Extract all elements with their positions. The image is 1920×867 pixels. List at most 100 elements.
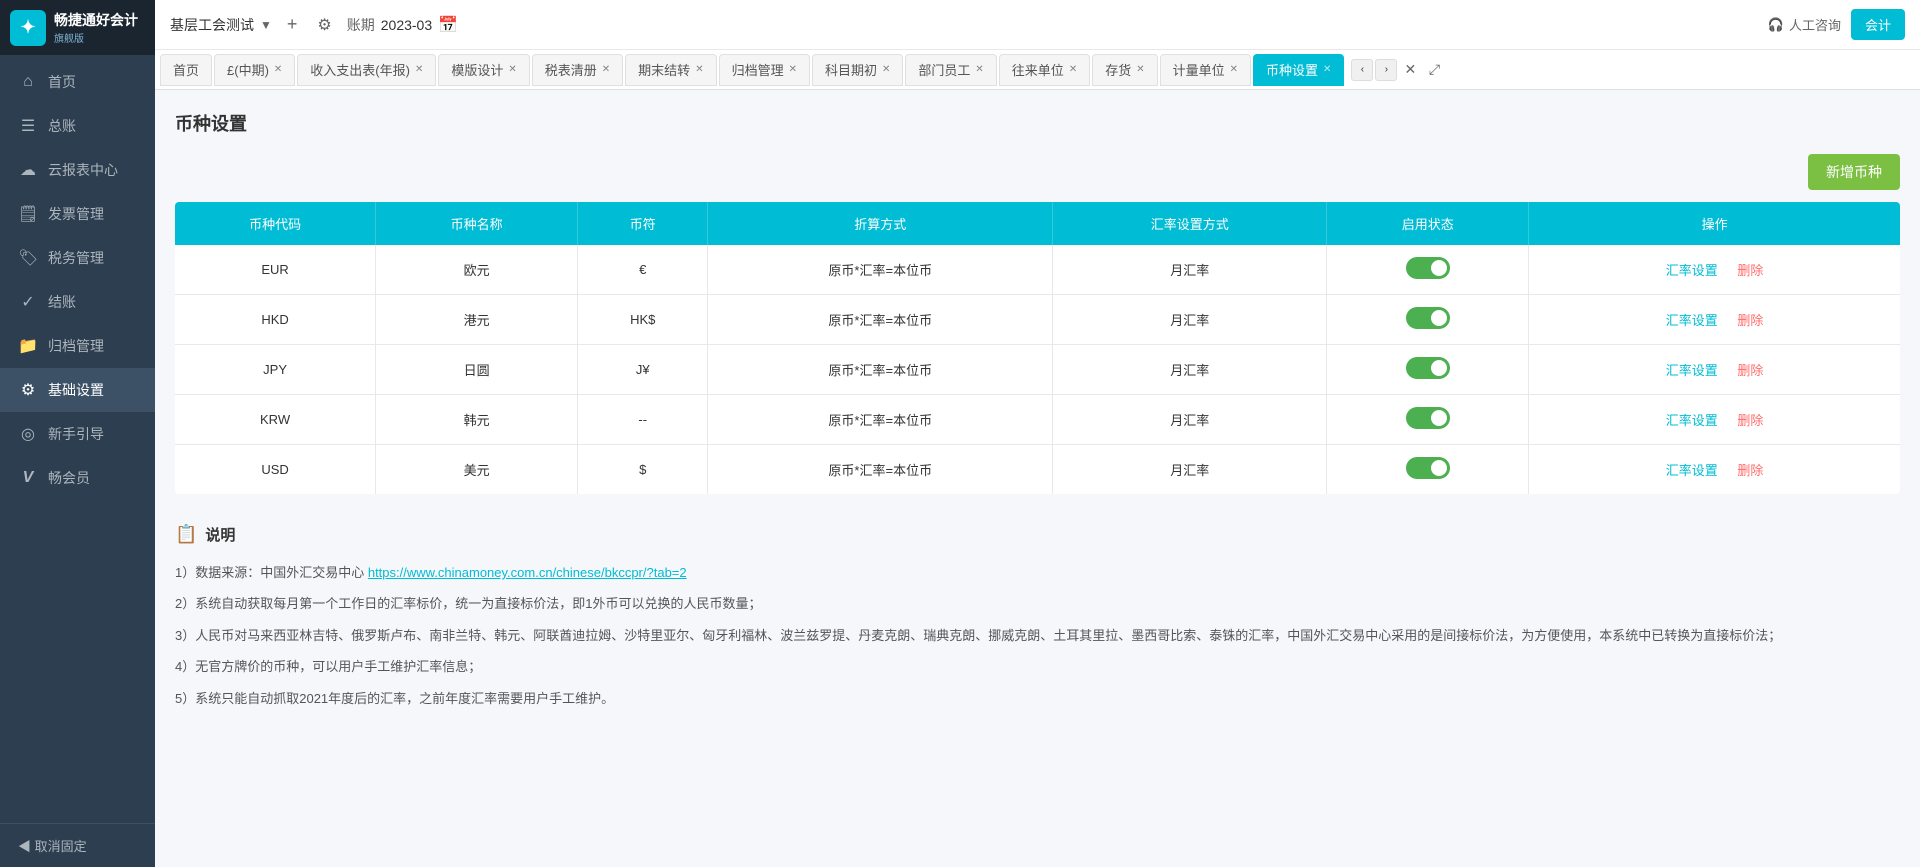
tab-label-home: 首页 xyxy=(173,60,199,79)
chinamoney-link[interactable]: https://www.chinamoney.com.cn/chinese/bk… xyxy=(368,565,687,580)
customer-service-button[interactable]: 🎧 人工咨询 xyxy=(1768,15,1841,34)
tab-period-end[interactable]: 期末结转 ✕ xyxy=(625,54,716,86)
rate-setting-link-2[interactable]: 汇率设置 xyxy=(1666,363,1718,378)
delete-link-3[interactable]: 删除 xyxy=(1737,413,1763,428)
page-title: 币种设置 xyxy=(175,110,1900,136)
col-header-status: 启用状态 xyxy=(1327,202,1529,245)
sidebar-footer-label: ◀ 取消固定 xyxy=(18,836,87,855)
tab-label-template: 模版设计 xyxy=(451,60,503,79)
sidebar-item-newbie[interactable]: ◎ 新手引导 xyxy=(0,412,155,456)
add-currency-button[interactable]: 新增币种 xyxy=(1808,154,1900,190)
tab-archive[interactable]: 归档管理 ✕ xyxy=(719,54,810,86)
tab-close-template[interactable]: ✕ xyxy=(508,64,516,75)
tab-partners[interactable]: 往来单位 ✕ xyxy=(999,54,1090,86)
topbar-right: 🎧 人工咨询 会计 xyxy=(1768,9,1905,40)
tab-close-all-button[interactable]: ✕ xyxy=(1399,59,1421,81)
sidebar-item-checkout[interactable]: ✓ 结账 xyxy=(0,280,155,324)
app-logo-icon: ✦ xyxy=(10,10,46,46)
company-selector[interactable]: 基层工会测试 ▼ xyxy=(170,15,272,35)
period-label: 账期 xyxy=(347,15,375,35)
tab-close-departments[interactable]: ✕ xyxy=(975,64,983,75)
tab-label-inventory: 存货 xyxy=(1105,60,1131,79)
sidebar-logo: ✦ 畅捷通好会计 旗舰版 xyxy=(0,0,155,55)
toggle-enabled-2[interactable] xyxy=(1406,357,1450,379)
tab-close-archive[interactable]: ✕ xyxy=(789,64,797,75)
tab-home[interactable]: 首页 xyxy=(160,54,212,86)
delete-link-1[interactable]: 删除 xyxy=(1737,313,1763,328)
tab-close-period-end[interactable]: ✕ xyxy=(695,64,703,75)
tab-period[interactable]: £(中期) ✕ xyxy=(214,54,295,86)
sidebar-item-reports[interactable]: ☁ 云报表中心 xyxy=(0,148,155,192)
toggle-enabled-3[interactable] xyxy=(1406,407,1450,429)
tab-close-taxbook[interactable]: ✕ xyxy=(602,64,610,75)
cell-code-0: EUR xyxy=(175,245,376,295)
table-row: EUR 欧元 € 原币*汇率=本位币 月汇率 汇率设置 删除 xyxy=(175,245,1900,295)
period-value: 2023-03 xyxy=(381,17,432,33)
tab-close-partners[interactable]: ✕ xyxy=(1069,64,1077,75)
table-row: KRW 韩元 -- 原币*汇率=本位币 月汇率 汇率设置 删除 xyxy=(175,395,1900,445)
company-name: 基层工会测试 xyxy=(170,15,254,35)
tab-taxbook[interactable]: 税表清册 ✕ xyxy=(532,54,623,86)
tab-subjects[interactable]: 科目期初 ✕ xyxy=(812,54,903,86)
rate-setting-link-4[interactable]: 汇率设置 xyxy=(1666,463,1718,478)
rate-setting-link-3[interactable]: 汇率设置 xyxy=(1666,413,1718,428)
notes-title-text: 说明 xyxy=(205,524,235,545)
settings-gear-icon[interactable]: ⚙ xyxy=(312,15,336,35)
cell-conversion-0: 原币*汇率=本位币 xyxy=(708,245,1053,295)
delete-link-4[interactable]: 删除 xyxy=(1737,463,1763,478)
rate-setting-link-0[interactable]: 汇率设置 xyxy=(1666,263,1718,278)
tab-close-income[interactable]: ✕ xyxy=(415,64,423,75)
cell-name-2: 日圆 xyxy=(376,345,578,395)
cell-code-4: USD xyxy=(175,445,376,495)
cell-name-0: 欧元 xyxy=(376,245,578,295)
sidebar-item-settings[interactable]: ⚙ 基础设置 xyxy=(0,368,155,412)
tab-currency[interactable]: 币种设置 ✕ xyxy=(1253,54,1344,86)
sidebar-item-home[interactable]: ⌂ 首页 xyxy=(0,60,155,104)
tab-units[interactable]: 计量单位 ✕ xyxy=(1160,54,1251,86)
tab-template[interactable]: 模版设计 ✕ xyxy=(438,54,529,86)
invoice-icon: 🗒 xyxy=(18,204,38,224)
sidebar-label-invoice: 发票管理 xyxy=(48,204,104,224)
col-header-name: 币种名称 xyxy=(376,202,578,245)
sidebar-label-newbie: 新手引导 xyxy=(48,424,104,444)
toggle-enabled-4[interactable] xyxy=(1406,457,1450,479)
account-button[interactable]: 会计 xyxy=(1851,9,1905,40)
cell-symbol-3: -- xyxy=(578,395,708,445)
toggle-enabled-0[interactable] xyxy=(1406,257,1450,279)
sidebar-item-invoice[interactable]: 🗒 发票管理 xyxy=(0,192,155,236)
sidebar-item-tax[interactable]: 🏷 税务管理 xyxy=(0,236,155,280)
cell-name-4: 美元 xyxy=(376,445,578,495)
archive-icon: 📁 xyxy=(18,336,38,356)
sidebar-item-ledger[interactable]: ☰ 总账 xyxy=(0,104,155,148)
tab-close-currency[interactable]: ✕ xyxy=(1323,64,1331,75)
tab-inventory[interactable]: 存货 ✕ xyxy=(1092,54,1157,86)
add-tab-button[interactable]: + xyxy=(282,14,303,35)
tab-expand-button[interactable]: ⤢ xyxy=(1423,59,1445,81)
cell-status-4 xyxy=(1327,445,1529,495)
tab-income[interactable]: 收入支出表(年报) ✕ xyxy=(297,54,436,86)
toggle-enabled-1[interactable] xyxy=(1406,307,1450,329)
topbar: 基层工会测试 ▼ + ⚙ 账期 2023-03 📅 🎧 人工咨询 会计 xyxy=(155,0,1920,50)
cell-actions-4: 汇率设置 删除 xyxy=(1529,445,1900,495)
tab-close-inventory[interactable]: ✕ xyxy=(1136,64,1144,75)
delete-link-0[interactable]: 删除 xyxy=(1737,263,1763,278)
tab-close-units[interactable]: ✕ xyxy=(1230,64,1238,75)
cell-rate-type-0: 月汇率 xyxy=(1053,245,1327,295)
sidebar-label-tax: 税务管理 xyxy=(48,248,104,268)
calendar-icon[interactable]: 📅 xyxy=(438,15,458,35)
sidebar-pin-toggle[interactable]: ◀ 取消固定 xyxy=(0,823,155,867)
sidebar-item-archive[interactable]: 📁 归档管理 xyxy=(0,324,155,368)
tab-next-button[interactable]: › xyxy=(1375,59,1397,81)
sidebar-item-member[interactable]: V 畅会员 xyxy=(0,456,155,500)
tab-departments[interactable]: 部门员工 ✕ xyxy=(905,54,996,86)
tab-close-subjects[interactable]: ✕ xyxy=(882,64,890,75)
tab-close-period[interactable]: ✕ xyxy=(274,64,282,75)
cell-rate-type-2: 月汇率 xyxy=(1053,345,1327,395)
cell-code-3: KRW xyxy=(175,395,376,445)
ledger-icon: ☰ xyxy=(18,116,38,136)
cell-conversion-4: 原币*汇率=本位币 xyxy=(708,445,1053,495)
delete-link-2[interactable]: 删除 xyxy=(1737,363,1763,378)
rate-setting-link-1[interactable]: 汇率设置 xyxy=(1666,313,1718,328)
sidebar-label-reports: 云报表中心 xyxy=(48,160,118,180)
tab-prev-button[interactable]: ‹ xyxy=(1351,59,1373,81)
